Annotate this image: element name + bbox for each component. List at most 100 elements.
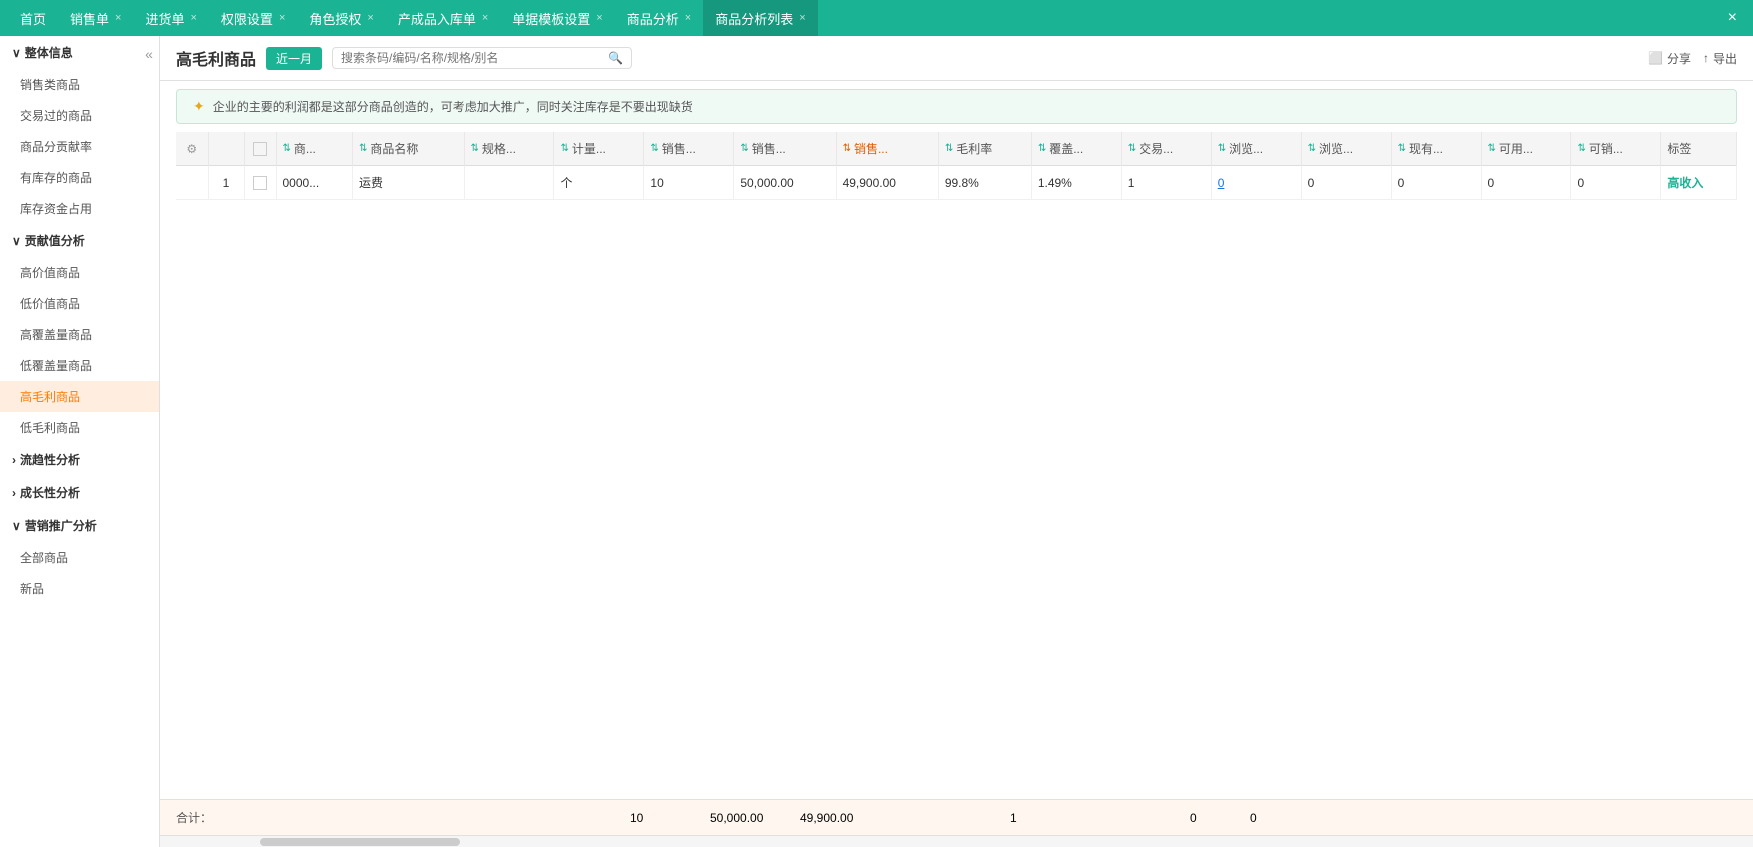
close-icon[interactable]: × [115,12,121,24]
sort-icon: ⇅ [1038,143,1046,154]
col-coverage-header[interactable]: ⇅ 覆盖... [1031,132,1121,166]
col-sellable-header[interactable]: ⇅ 可销... [1571,132,1661,166]
row-views2: 0 [1301,166,1391,200]
col-available-header[interactable]: ⇅ 可用... [1481,132,1571,166]
close-icon[interactable]: × [279,12,285,24]
footer-sales-amount: 50,000.00 [704,811,794,825]
share-button[interactable]: ⬜ 分享 [1648,50,1691,67]
close-icon[interactable]: × [190,12,196,24]
sidebar-item-low-coverage[interactable]: 低覆盖量商品 [0,350,159,381]
sidebar-item-high-coverage[interactable]: 高覆盖量商品 [0,319,159,350]
horizontal-scrollbar[interactable] [160,835,1753,847]
col-sales-amount-header[interactable]: ⇅ 销售... [734,132,836,166]
col-sales-profit-header[interactable]: ⇅ 销售... [836,132,938,166]
row-sales-amount: 50,000.00 [734,166,836,200]
row-tag: 高收入 [1661,166,1737,200]
nav-sales-order[interactable]: 销售单 × [58,0,133,36]
close-icon[interactable]: × [685,12,691,24]
close-icon[interactable]: × [367,12,373,24]
row-stock: 0 [1391,166,1481,200]
sidebar-item-stock-capital[interactable]: 库存资金占用 [0,193,159,224]
table-wrapper: ⚙ ⇅ 商... [160,132,1753,799]
content-header: 高毛利商品 近一月 🔍 ⬜ 分享 ↑ 导出 [160,36,1753,81]
info-icon: ✦ [193,98,205,115]
sidebar-item-sales-goods[interactable]: 销售类商品 [0,69,159,100]
col-name-header[interactable]: ⇅ 商品名称 [353,132,465,166]
sidebar-collapse-button[interactable]: « [139,44,159,64]
col-sales-qty-header[interactable]: ⇅ 销售... [644,132,734,166]
close-icon[interactable]: × [596,12,602,24]
page-title: 高毛利商品 [176,46,256,70]
sort-icon: ⇅ [945,143,953,154]
row-sellable: 0 [1571,166,1661,200]
nav-permission-settings[interactable]: 权限设置 × [209,0,297,36]
col-spec-header[interactable]: ⇅ 规格... [464,132,554,166]
nav-product-analysis-list[interactable]: 商品分析列表 × [703,0,817,36]
row-select-checkbox[interactable] [253,176,267,190]
sidebar-item-traded-goods[interactable]: 交易过的商品 [0,100,159,131]
col-settings[interactable]: ⚙ [176,132,208,166]
col-code-header[interactable]: ⇅ 商... [276,132,353,166]
row-views1[interactable]: 0 [1211,166,1301,200]
sidebar-group-overall[interactable]: ∨ 整体信息 [0,36,159,69]
info-message: 企业的主要的利润都是这部分商品创造的，可考虑加大推广，同时关注库存是不要出现缺货 [213,98,693,115]
sidebar-item-high-value[interactable]: 高价值商品 [0,257,159,288]
chevron-right-icon: › [12,486,16,500]
sidebar-item-contribution-rate[interactable]: 商品分贡献率 [0,131,159,162]
row-sales-qty: 10 [644,166,734,200]
nav-role-auth[interactable]: 角色授权 × [297,0,385,36]
sort-icon: ⇅ [843,143,851,154]
date-filter-button[interactable]: 近一月 [266,47,322,70]
sidebar-group-trend[interactable]: › 流趋性分析 [0,443,159,476]
col-tag-header[interactable]: 标签 [1661,132,1737,166]
chevron-down-icon: ∨ [12,234,21,248]
nav-purchase-order[interactable]: 进货单 × [133,0,208,36]
search-input[interactable] [341,51,604,65]
nav-product-analysis[interactable]: 商品分析 × [615,0,703,36]
select-all-checkbox[interactable] [253,142,267,156]
sort-icon: ⇅ [471,143,479,154]
sidebar-item-in-stock[interactable]: 有库存的商品 [0,162,159,193]
content-area: 高毛利商品 近一月 🔍 ⬜ 分享 ↑ 导出 ✦ 企业的主要的利润都是这部分商品创… [160,36,1753,847]
row-settings [176,166,208,200]
col-stock-header[interactable]: ⇅ 现有... [1391,132,1481,166]
row-unit: 个 [554,166,644,200]
footer-sales-profit: 49,900.00 [794,811,884,825]
settings-icon[interactable]: ⚙ [186,142,197,156]
sidebar-item-new-products[interactable]: 新品 [0,573,159,604]
footer-available: 0 [1244,811,1304,825]
col-unit-header[interactable]: ⇅ 计量... [554,132,644,166]
sort-icon: ⇅ [359,143,367,154]
search-icon[interactable]: 🔍 [608,51,623,65]
row-code: 0000... [276,166,353,200]
sort-icon: ⇅ [1577,143,1585,154]
sidebar-group-contribution[interactable]: ∨ 贡献值分析 [0,224,159,257]
col-gross-rate-header[interactable]: ⇅ 毛利率 [938,132,1031,166]
sidebar-group-marketing[interactable]: ∨ 营销推广分析 [0,509,159,542]
header-actions: ⬜ 分享 ↑ 导出 [1648,50,1737,67]
col-transactions-header[interactable]: ⇅ 交易... [1121,132,1211,166]
top-nav: 首页 销售单 × 进货单 × 权限设置 × 角色授权 × 产成品入库单 × 单据… [0,0,1753,36]
nav-product-inbound[interactable]: 产成品入库单 × [386,0,500,36]
sidebar-item-low-value[interactable]: 低价值商品 [0,288,159,319]
info-bar: ✦ 企业的主要的利润都是这部分商品创造的，可考虑加大推广，同时关注库存是不要出现… [176,89,1737,124]
col-views2-header[interactable]: ⇅ 浏览... [1301,132,1391,166]
footer-bar: 合计： 10 50,000.00 49,900.00 1 0 0 [160,799,1753,835]
col-views1-header[interactable]: ⇅ 浏览... [1211,132,1301,166]
close-icon[interactable]: × [799,12,805,24]
sidebar-group-growth[interactable]: › 成长性分析 [0,476,159,509]
nav-home[interactable]: 首页 [8,0,58,36]
export-button[interactable]: ↑ 导出 [1703,50,1737,67]
chevron-down-icon: ∨ [12,519,21,533]
sidebar-item-high-margin[interactable]: 高毛利商品 [0,381,159,412]
sidebar-item-all-products[interactable]: 全部商品 [0,542,159,573]
sidebar-item-low-margin[interactable]: 低毛利商品 [0,412,159,443]
table-row: 1 0000... 运费 个 10 50,000.00 49,900.00 99… [176,166,1737,200]
row-checkbox[interactable] [244,166,276,200]
nav-template-settings[interactable]: 单据模板设置 × [500,0,614,36]
main-layout: « ∨ 整体信息 销售类商品 交易过的商品 商品分贡献率 有库存的商品 库存资金… [0,36,1753,847]
row-name: 运费 [353,166,465,200]
col-checkbox[interactable] [244,132,276,166]
close-icon[interactable]: × [482,12,488,24]
close-all-button[interactable]: × [1720,9,1745,27]
